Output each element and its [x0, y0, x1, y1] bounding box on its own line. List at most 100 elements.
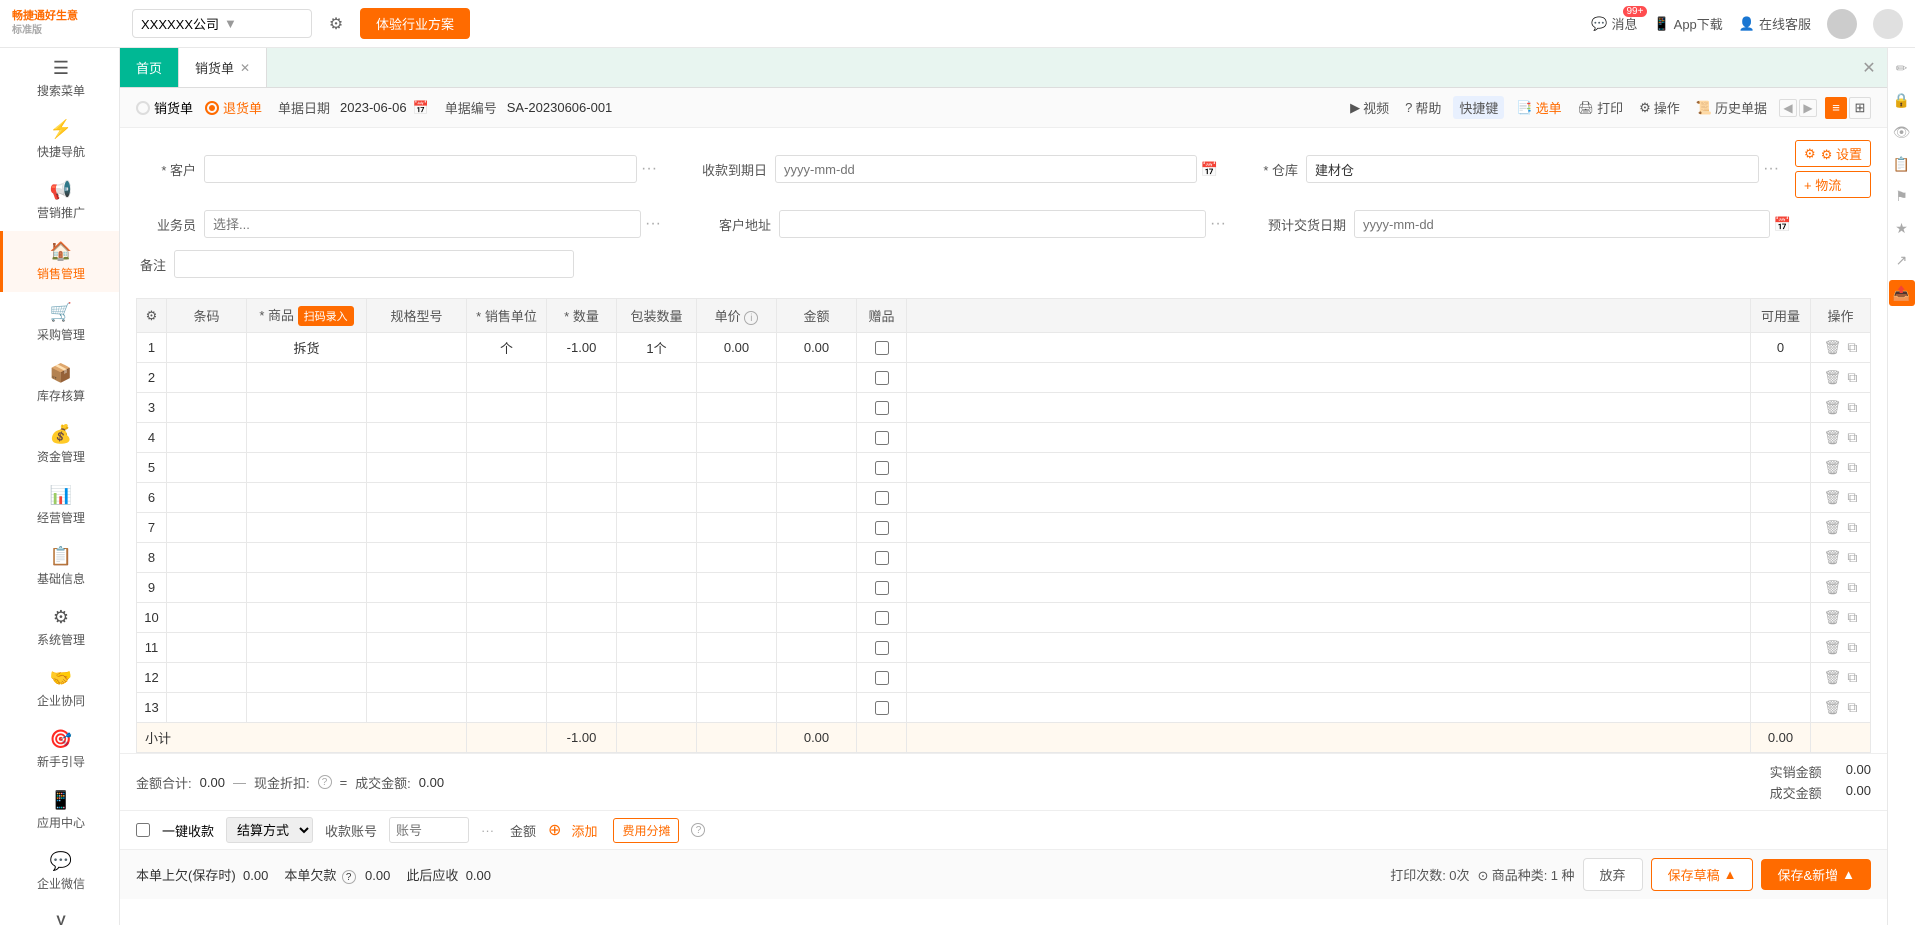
copy-row-icon-2[interactable]: ⧉ — [1847, 369, 1857, 386]
row-barcode-8[interactable] — [167, 543, 247, 573]
row-gift-8[interactable] — [857, 543, 907, 573]
barcode-input-11[interactable] — [171, 640, 242, 655]
copy-row-icon-4[interactable]: ⧉ — [1847, 429, 1857, 446]
row-price-4[interactable] — [697, 423, 777, 453]
delete-icon-1[interactable]: 🗑 — [1824, 339, 1842, 356]
row-product-4[interactable] — [247, 423, 367, 453]
row-price-9[interactable] — [697, 573, 777, 603]
sidebar-item-search[interactable]: ☰ 搜索菜单 — [0, 48, 119, 109]
delete-icon-3[interactable]: 🗑 — [1824, 399, 1842, 416]
add-amount-icon[interactable]: ⊕ — [548, 820, 561, 840]
delete-icon-12[interactable]: 🗑 — [1824, 669, 1842, 686]
gift-checkbox-4[interactable] — [875, 431, 889, 445]
row-gift-11[interactable] — [857, 633, 907, 663]
customer-addr-input[interactable] — [779, 210, 1206, 238]
expected-date-text[interactable] — [1359, 217, 1765, 232]
sidebar-item-marketing[interactable]: 📢 营销推广 — [0, 170, 119, 231]
row-product-11[interactable] — [247, 633, 367, 663]
row-spec-8[interactable] — [367, 543, 467, 573]
company-select[interactable]: XXXXXX公司 ▼ — [132, 9, 312, 38]
row-barcode-6[interactable] — [167, 483, 247, 513]
row-gift-1[interactable] — [857, 333, 907, 363]
row-gift-5[interactable] — [857, 453, 907, 483]
barcode-input-7[interactable] — [171, 520, 242, 535]
delete-icon-13[interactable]: 🗑 — [1824, 699, 1842, 716]
row-spec-3[interactable] — [367, 393, 467, 423]
right-tool-flag[interactable]: ⚑ — [1890, 184, 1914, 208]
expense-btn[interactable]: 费用分摊 — [613, 818, 679, 843]
copy-row-icon-6[interactable]: ⧉ — [1847, 489, 1857, 506]
row-barcode-5[interactable] — [167, 453, 247, 483]
row-amount-1[interactable]: 0.00 — [777, 333, 857, 363]
row-product-5[interactable] — [247, 453, 367, 483]
sidebar-item-appcenter[interactable]: 📱 应用中心 — [0, 780, 119, 841]
delete-icon-2[interactable]: 🗑 — [1824, 369, 1842, 386]
row-pack-13[interactable] — [617, 693, 697, 723]
row-unit-10[interactable] — [467, 603, 547, 633]
copy-row-icon-12[interactable]: ⧉ — [1847, 669, 1857, 686]
print-btn[interactable]: 🖨 打印 — [1574, 96, 1628, 119]
sidebar-item-finance[interactable]: 💰 资金管理 — [0, 414, 119, 475]
row-qty-6[interactable] — [547, 483, 617, 513]
radio-return-order[interactable]: 退货单 — [205, 98, 262, 117]
row-product-2[interactable] — [247, 363, 367, 393]
right-tool-edit[interactable]: ✏ — [1890, 56, 1914, 80]
row-qty-10[interactable] — [547, 603, 617, 633]
gift-checkbox-13[interactable] — [875, 701, 889, 715]
expected-date-calendar-icon[interactable]: 📅 — [1774, 216, 1791, 233]
salesperson-text[interactable] — [209, 217, 636, 232]
row-qty-8[interactable] — [547, 543, 617, 573]
barcode-input-13[interactable] — [171, 700, 242, 715]
right-tool-lock[interactable]: 🔒 — [1890, 88, 1914, 112]
sidebar-item-inventory[interactable]: 📦 库存核算 — [0, 353, 119, 414]
close-all-tabs-button[interactable]: ✕ — [1859, 58, 1879, 78]
settle-method-select[interactable]: 结算方式 — [226, 817, 313, 843]
account-input[interactable] — [389, 817, 469, 843]
gift-checkbox-9[interactable] — [875, 581, 889, 595]
row-barcode-13[interactable] — [167, 693, 247, 723]
delete-icon-10[interactable]: 🗑 — [1824, 609, 1842, 626]
calendar-icon[interactable]: 📅 — [413, 100, 429, 116]
row-gift-6[interactable] — [857, 483, 907, 513]
prev-record-btn[interactable]: ◀ — [1779, 99, 1797, 117]
avatar2[interactable] — [1873, 9, 1903, 39]
row-pack-1[interactable]: 1个 — [617, 333, 697, 363]
row-amount-12[interactable] — [777, 663, 857, 693]
row-gift-9[interactable] — [857, 573, 907, 603]
row-amount-7[interactable] — [777, 513, 857, 543]
salesperson-input[interactable] — [204, 210, 641, 238]
delete-icon-6[interactable]: 🗑 — [1824, 489, 1842, 506]
customer-addr-text[interactable] — [784, 217, 1201, 232]
row-unit-9[interactable] — [467, 573, 547, 603]
salesperson-more-btn[interactable]: ··· — [645, 216, 661, 232]
row-unit-3[interactable] — [467, 393, 547, 423]
row-pack-12[interactable] — [617, 663, 697, 693]
col-settings-header[interactable]: ⚙ — [137, 299, 167, 333]
row-spec-5[interactable] — [367, 453, 467, 483]
expected-date-input[interactable] — [1354, 210, 1770, 238]
row-unit-12[interactable] — [467, 663, 547, 693]
row-spec-4[interactable] — [367, 423, 467, 453]
delete-icon-11[interactable]: 🗑 — [1824, 639, 1842, 656]
copy-row-icon-1[interactable]: ⧉ — [1847, 339, 1857, 356]
row-amount-4[interactable] — [777, 423, 857, 453]
gift-checkbox-10[interactable] — [875, 611, 889, 625]
row-gift-2[interactable] — [857, 363, 907, 393]
row-gift-12[interactable] — [857, 663, 907, 693]
row-pack-8[interactable] — [617, 543, 697, 573]
customer-text-input[interactable] — [209, 162, 632, 177]
gift-checkbox-3[interactable] — [875, 401, 889, 415]
row-price-8[interactable] — [697, 543, 777, 573]
warehouse-text[interactable] — [1311, 162, 1754, 177]
list-view-btn[interactable]: ≡ — [1825, 97, 1847, 119]
payment-due-text[interactable] — [780, 162, 1192, 177]
row-pack-3[interactable] — [617, 393, 697, 423]
right-tool-orange[interactable]: 📤 — [1889, 280, 1915, 306]
row-pack-11[interactable] — [617, 633, 697, 663]
trial-button[interactable]: 体验行业方案 — [360, 8, 470, 39]
row-amount-5[interactable] — [777, 453, 857, 483]
row-unit-8[interactable] — [467, 543, 547, 573]
delete-icon-8[interactable]: 🗑 — [1824, 549, 1842, 566]
operation-btn[interactable]: ⚙ 操作 — [1635, 96, 1684, 119]
row-spec-13[interactable] — [367, 693, 467, 723]
